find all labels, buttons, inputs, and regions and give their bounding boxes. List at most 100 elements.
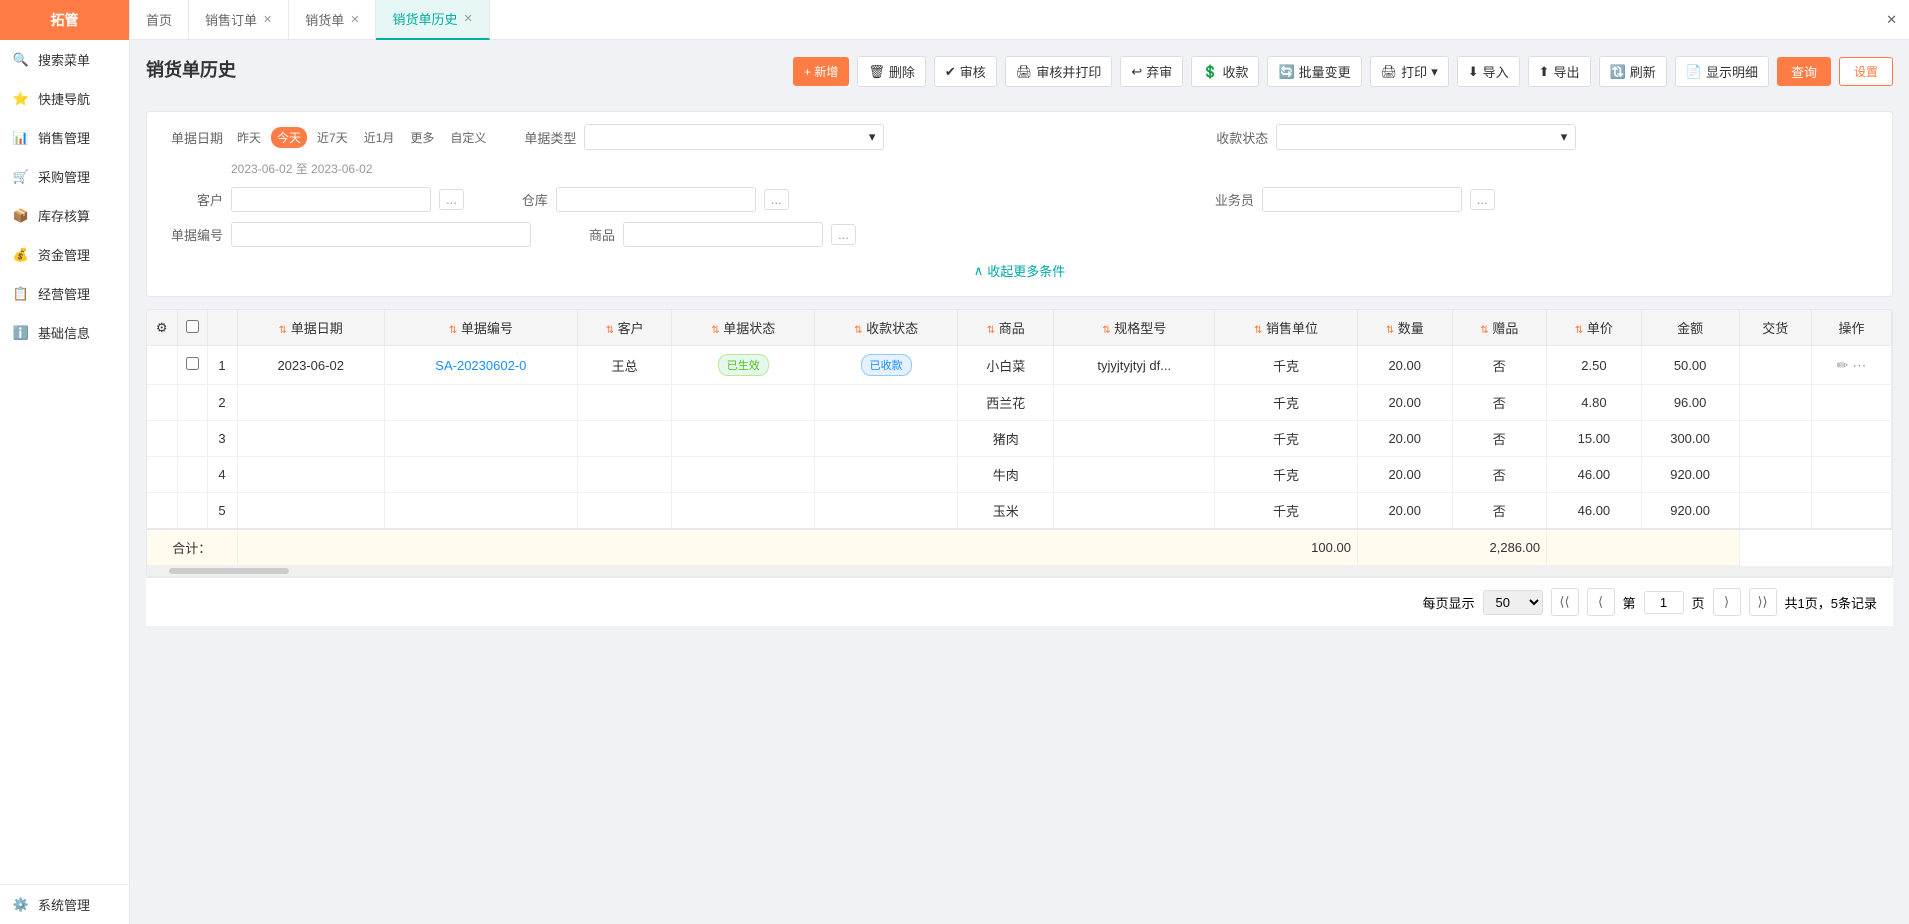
col-unit[interactable]: ⇅ 销售单位 [1215, 310, 1358, 346]
abandon-icon: ↩ [1131, 64, 1142, 80]
cell-doc-date [237, 457, 384, 493]
cell-spec [1054, 385, 1215, 421]
tab-close-all[interactable]: ✕ [1874, 12, 1909, 28]
sidebar-item-sys-mgmt[interactable]: ⚙️ 系统管理 [0, 885, 129, 924]
date-filter: 昨天 今天 近7天 近1月 更多 自定义 [231, 127, 492, 148]
prev-page-button[interactable]: ⟨ [1587, 588, 1615, 616]
col-spec[interactable]: ⇅ 规格型号 [1054, 310, 1215, 346]
scrollbar-thumb[interactable] [169, 568, 289, 574]
sidebar-item-inventory[interactable]: 📦 库存核算 [0, 196, 129, 235]
horizontal-scrollbar[interactable] [147, 566, 1892, 576]
page-size-select[interactable]: 50 100 200 [1483, 590, 1543, 615]
filter-doc-type-select[interactable]: ▾ [584, 124, 884, 150]
sidebar-item-sales-mgmt[interactable]: 📊 销售管理 [0, 118, 129, 157]
tab-sales-history[interactable]: 销货单历史 ✕ [376, 0, 489, 40]
last-page-button[interactable]: ⟩⟩ [1749, 588, 1777, 616]
review-button[interactable]: ✔ 审核 [934, 56, 997, 87]
collect-button[interactable]: 💲 收款 [1191, 56, 1259, 87]
salesperson-ellipsis-button[interactable]: ... [1470, 189, 1495, 210]
footer-qty: 100.00 [237, 529, 1357, 566]
col-gift[interactable]: ⇅ 赠品 [1452, 310, 1547, 346]
more-action-btn[interactable]: ⋯ [1852, 357, 1866, 374]
date-btn-today[interactable]: 今天 [271, 127, 307, 148]
new-button[interactable]: + 新增 [793, 57, 849, 86]
filter-payment-status-select[interactable]: ▾ [1276, 124, 1576, 150]
cell-doc-no [384, 457, 577, 493]
sidebar-item-quick-nav[interactable]: ⭐ 快捷导航 [0, 79, 129, 118]
tab-sales-order[interactable]: 销售订单 ✕ [189, 0, 289, 40]
date-btn-1month[interactable]: 近1月 [358, 127, 401, 148]
select-all-checkbox[interactable] [186, 320, 199, 333]
filter-doc-type-item: 单据类型 ▾ [516, 124, 1184, 150]
export-icon: ⬆ [1539, 64, 1550, 80]
sidebar-item-search-menu[interactable]: 🔍 搜索菜单 [0, 40, 129, 79]
query-button[interactable]: 查询 [1777, 57, 1831, 86]
cell-unit-price: 46.00 [1547, 457, 1642, 493]
sidebar-item-label: 销售管理 [38, 128, 90, 147]
sidebar-item-purchase-mgmt[interactable]: 🛒 采购管理 [0, 157, 129, 196]
col-goods[interactable]: ⇅ 商品 [958, 310, 1054, 346]
cell-seq: 2 [207, 385, 237, 421]
cell-doc-no[interactable]: SA-20230602-0 [384, 346, 577, 385]
total-records-label: 共1页，5条记录 [1785, 593, 1877, 612]
filter-docno-item: 单据编号 [163, 222, 531, 247]
page-content: 销货单历史 + 新增 🗑 删除 ✔ 审核 🖨 审核并打印 ↩ 弃审 [130, 40, 1909, 924]
page-number-input[interactable] [1644, 591, 1684, 614]
cell-goods: 玉米 [958, 493, 1054, 530]
settings-button[interactable]: 设置 [1839, 57, 1893, 86]
tab-sales-delivery-close[interactable]: ✕ [350, 13, 359, 26]
import-button[interactable]: ⬇ 导入 [1457, 56, 1520, 87]
filter-salesperson-input[interactable] [1262, 187, 1462, 212]
tab-sales-delivery[interactable]: 销货单 ✕ [289, 0, 376, 40]
review-print-button[interactable]: 🖨 审核并打印 [1005, 56, 1113, 87]
abandon-button[interactable]: ↩ 弃审 [1120, 56, 1183, 87]
warehouse-ellipsis-button[interactable]: ... [764, 189, 789, 210]
filter-docno-input[interactable] [231, 222, 531, 247]
date-btn-custom[interactable]: 自定义 [444, 127, 492, 148]
tab-sales-order-label: 销售订单 [205, 10, 257, 29]
cell-unit: 千克 [1215, 346, 1358, 385]
show-details-button[interactable]: 📄 显示明细 [1675, 56, 1769, 87]
col-doc-date[interactable]: ⇅ 单据日期 [237, 310, 384, 346]
cell-spec [1054, 493, 1215, 530]
edit-action-btn[interactable]: ✏ [1837, 357, 1849, 374]
filter-warehouse-input[interactable] [556, 187, 756, 212]
row-checkbox[interactable] [186, 357, 199, 370]
tab-sales-order-close[interactable]: ✕ [263, 13, 272, 26]
date-btn-7days[interactable]: 近7天 [311, 127, 354, 148]
date-btn-more[interactable]: 更多 [404, 127, 440, 148]
sidebar-item-operations[interactable]: 📋 经营管理 [0, 274, 129, 313]
refresh-button[interactable]: 🔃 刷新 [1599, 56, 1667, 87]
sidebar-item-base-info[interactable]: ℹ️ 基础信息 [0, 313, 129, 352]
tab-home[interactable]: 首页 [130, 0, 189, 40]
cell-doc-status [672, 385, 815, 421]
print-button[interactable]: 🖨 打印 ▾ [1370, 56, 1449, 87]
col-doc-status[interactable]: ⇅ 单据状态 [672, 310, 815, 346]
col-settings[interactable]: ⚙ [147, 310, 177, 346]
filter-customer-input[interactable] [231, 187, 431, 212]
col-qty[interactable]: ⇅ 数量 [1357, 310, 1452, 346]
first-page-button[interactable]: ⟨⟨ [1551, 588, 1579, 616]
filter-payment-status-item: 收款状态 ▾ [1208, 124, 1876, 150]
col-doc-no[interactable]: ⇅ 单据编号 [384, 310, 577, 346]
delete-button[interactable]: 🗑 删除 [857, 56, 926, 87]
next-page-button[interactable]: ⟩ [1713, 588, 1741, 616]
cell-doc-no [384, 421, 577, 457]
cell-goods: 猪肉 [958, 421, 1054, 457]
batch-change-button[interactable]: 🔄 批量变更 [1267, 56, 1361, 87]
date-btn-yesterday[interactable]: 昨天 [231, 127, 267, 148]
col-payment-status[interactable]: ⇅ 收款状态 [815, 310, 958, 346]
collapse-button[interactable]: ∧ 收起更多条件 [163, 257, 1876, 284]
chevron-up-icon: ∧ [974, 263, 984, 279]
refresh-icon: 🔃 [1610, 64, 1626, 80]
sidebar-item-finance[interactable]: 💰 资金管理 [0, 235, 129, 274]
col-customer[interactable]: ⇅ 客户 [577, 310, 672, 346]
customer-ellipsis-button[interactable]: ... [439, 189, 464, 210]
cell-doc-date: 2023-06-02 [237, 346, 384, 385]
goods-ellipsis-button[interactable]: ... [831, 224, 856, 245]
chevron-down-icon2: ▾ [1561, 129, 1568, 145]
export-button[interactable]: ⬆ 导出 [1528, 56, 1591, 87]
filter-goods-input[interactable] [623, 222, 823, 247]
col-unit-price[interactable]: ⇅ 单价 [1547, 310, 1642, 346]
tab-sales-history-close[interactable]: ✕ [464, 12, 473, 25]
